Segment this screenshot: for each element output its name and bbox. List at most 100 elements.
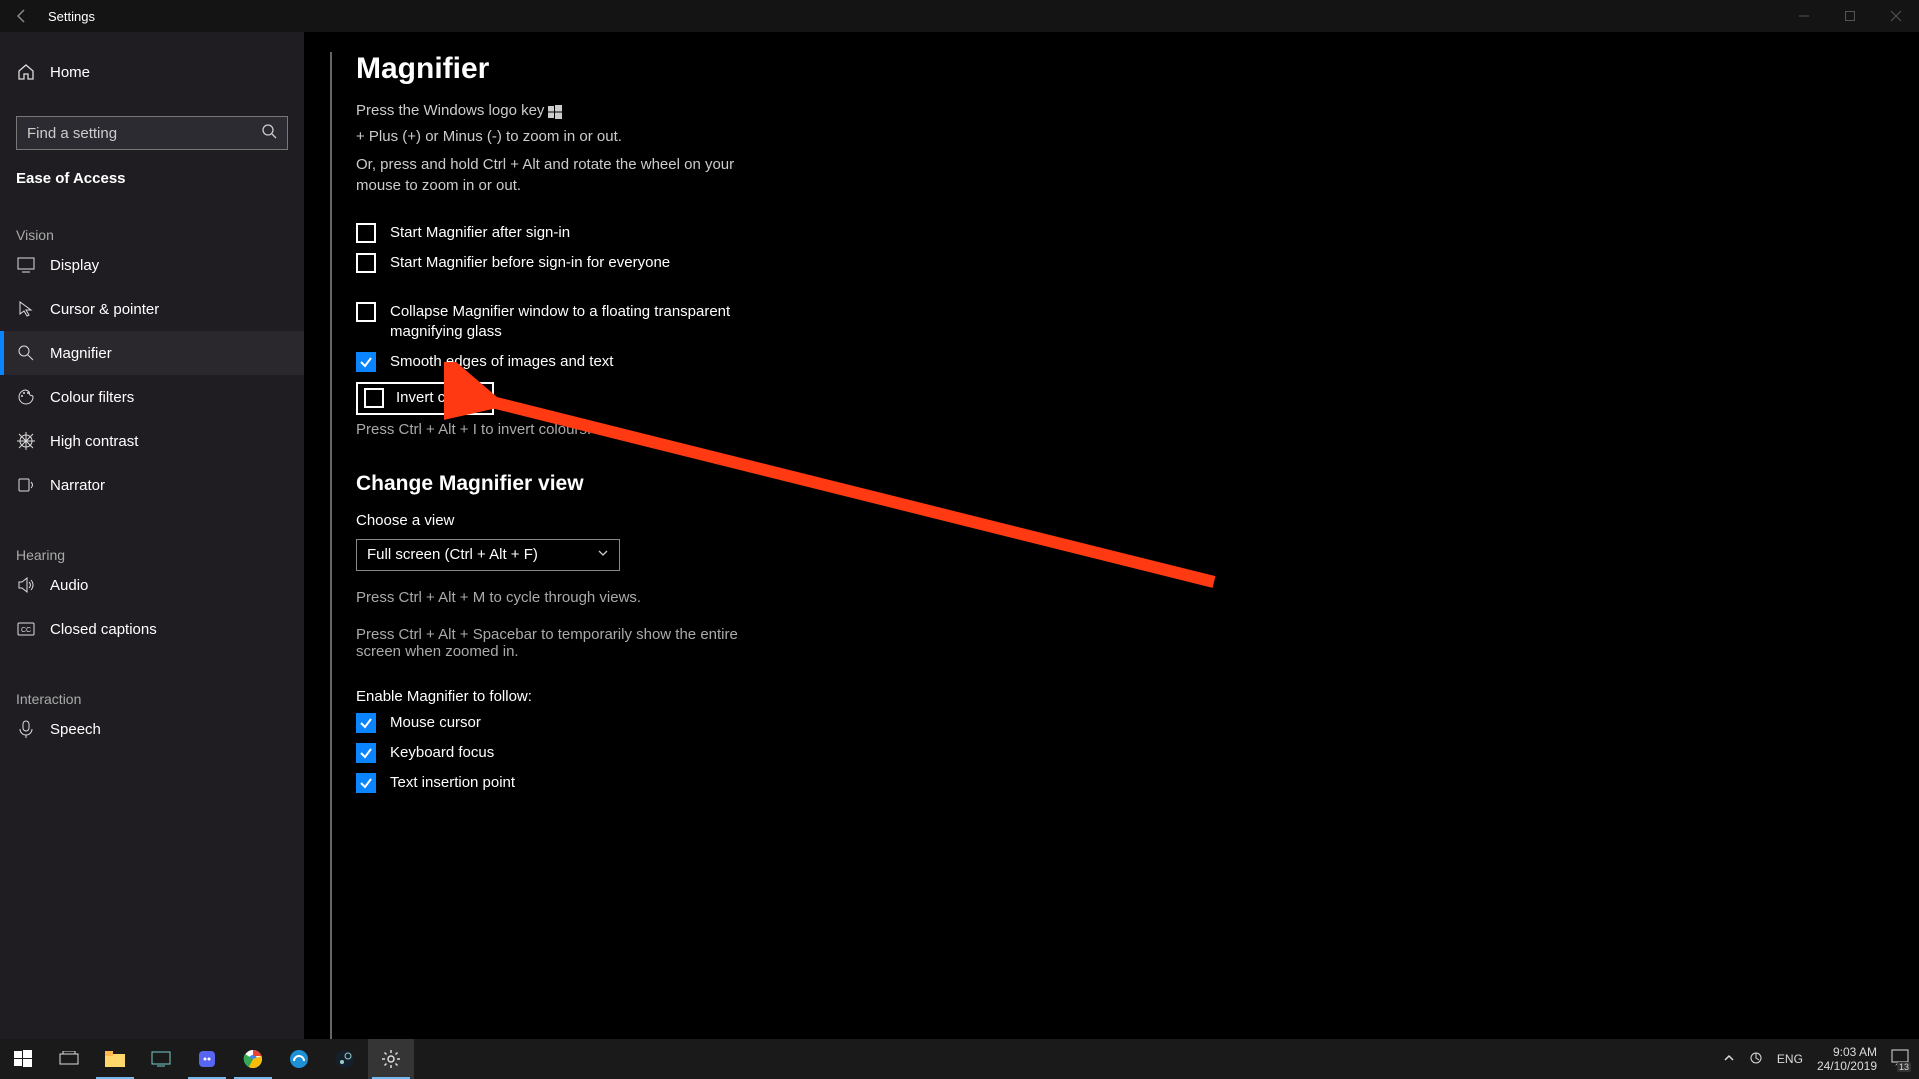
checkbox-label-mouse: Mouse cursor [390,713,481,733]
system-tray[interactable]: ENG 9:03 AM 24/10/2019 13 [1723,1045,1919,1074]
minimize-button[interactable] [1781,0,1827,32]
taskbar-app-vpn[interactable] [276,1039,322,1079]
content-area: Magnifier Press the Windows logo key + P… [304,32,1919,1079]
sidebar-item-magnifier[interactable]: Magnifier [0,331,304,375]
checkbox-row-smooth: Smooth edges of images and text [356,350,1110,374]
view-hint-2: Press Ctrl + Alt + Spacebar to temporari… [356,626,776,660]
checkbox-text[interactable] [356,773,376,793]
choose-view-label: Choose a view [356,512,1110,529]
checkbox-label-start-after: Start Magnifier after sign-in [390,223,570,243]
search-icon [261,123,277,144]
checkbox-collapse[interactable] [356,302,376,322]
sidebar-item-label: Colour filters [50,389,134,406]
description-1: Press the Windows logo key + Plus (+) or… [356,100,786,148]
view-heading: Change Magnifier view [356,472,1110,496]
follow-heading: Enable Magnifier to follow: [356,688,1110,705]
sidebar-item-closed-captions[interactable]: CC Closed captions [0,607,304,651]
task-view-button[interactable] [46,1039,92,1079]
checkbox-label-start-before: Start Magnifier before sign-in for every… [390,253,670,273]
back-button[interactable] [0,0,44,32]
sidebar-item-label: Magnifier [50,345,112,362]
contrast-icon [16,431,36,451]
notif-badge: 13 [1897,1062,1911,1072]
sidebar-item-cursor[interactable]: Cursor & pointer [0,287,304,331]
start-button[interactable] [0,1039,46,1079]
tray-time: 9:03 AM [1817,1045,1877,1059]
invert-colours-highlight: Invert colours [356,382,494,414]
sidebar-group-label: Interaction [0,691,304,707]
description-2: Or, press and hold Ctrl + Alt and rotate… [356,154,776,198]
audio-icon [16,575,36,595]
palette-icon [16,387,36,407]
titlebar: Settings [0,0,1919,32]
checkbox-row-mouse: Mouse cursor [356,711,1110,735]
sidebar-item-audio[interactable]: Audio [0,563,304,607]
checkbox-row-collapse: Collapse Magnifier window to a floating … [356,300,1110,345]
sidebar-item-display[interactable]: Display [0,243,304,287]
cursor-icon [16,299,36,319]
taskbar-chrome[interactable] [230,1039,276,1079]
checkbox-row-keyboard: Keyboard focus [356,741,1110,765]
sidebar-item-label: Cursor & pointer [50,301,159,318]
checkbox-label-keyboard: Keyboard focus [390,743,494,763]
checkbox-start-before[interactable] [356,253,376,273]
checkbox-smooth[interactable] [356,352,376,372]
home-icon [16,62,36,82]
sidebar-item-label: Closed captions [50,621,157,638]
svg-text:CC: CC [21,627,31,634]
sidebar: Home Ease of Access Vision Display Cursor … [0,32,304,1079]
close-button[interactable] [1873,0,1919,32]
checkbox-row-start-before: Start Magnifier before sign-in for every… [356,251,1110,275]
sidebar-item-label: Narrator [50,477,105,494]
checkbox-row-text: Text insertion point [356,771,1110,795]
checkbox-label-collapse: Collapse Magnifier window to a floating … [390,302,750,343]
tray-clock[interactable]: 9:03 AM 24/10/2019 [1817,1045,1877,1074]
display-icon [16,255,36,275]
chevron-down-icon [597,546,609,563]
taskbar[interactable]: ENG 9:03 AM 24/10/2019 13 [0,1039,1919,1079]
sidebar-item-label: Display [50,257,99,274]
taskbar-steam[interactable] [322,1039,368,1079]
sidebar-home-label: Home [50,64,90,81]
taskbar-settings[interactable] [368,1039,414,1079]
tray-date: 24/10/2019 [1817,1059,1877,1073]
taskbar-file-explorer[interactable] [92,1039,138,1079]
checkbox-start-after[interactable] [356,223,376,243]
invert-hint: Press Ctrl + Alt + I to invert colours. [356,421,1110,438]
tray-overflow-icon[interactable] [1723,1052,1735,1067]
tray-icon-1[interactable] [1749,1051,1763,1068]
sidebar-home[interactable]: Home [0,50,304,94]
search-box[interactable] [16,116,288,150]
window-title: Settings [48,9,95,24]
maximize-button[interactable] [1827,0,1873,32]
view-dropdown-value: Full screen (Ctrl + Alt + F) [367,546,538,563]
page-title: Magnifier [356,52,1110,86]
magnifier-icon [16,343,36,363]
mic-icon [16,719,36,739]
action-center-icon[interactable]: 13 [1891,1049,1909,1070]
windows-logo-icon [548,104,562,118]
checkbox-label-smooth: Smooth edges of images and text [390,352,613,372]
sidebar-item-speech[interactable]: Speech [0,707,304,751]
checkbox-keyboard[interactable] [356,743,376,763]
narrator-icon [16,475,36,495]
invert-colours-label: Invert colours [396,388,486,408]
sidebar-item-label: Speech [50,721,101,738]
sidebar-group-label: Vision [0,227,304,243]
checkbox-mouse[interactable] [356,713,376,733]
taskbar-app-monitor[interactable] [138,1039,184,1079]
sidebar-item-high-contrast[interactable]: High contrast [0,419,304,463]
view-dropdown[interactable]: Full screen (Ctrl + Alt + F) [356,539,620,571]
invert-colours-checkbox[interactable] [364,388,384,408]
checkbox-label-text: Text insertion point [390,773,515,793]
sidebar-category: Ease of Access [0,170,304,187]
sidebar-group-label: Hearing [0,547,304,563]
taskbar-discord[interactable] [184,1039,230,1079]
sidebar-item-narrator[interactable]: Narrator [0,463,304,507]
tray-language[interactable]: ENG [1777,1052,1803,1066]
search-input[interactable] [27,125,247,142]
cc-icon: CC [16,619,36,639]
sidebar-item-label: Audio [50,577,88,594]
sidebar-item-colour-filters[interactable]: Colour filters [0,375,304,419]
checkbox-row-start-after: Start Magnifier after sign-in [356,221,1110,245]
